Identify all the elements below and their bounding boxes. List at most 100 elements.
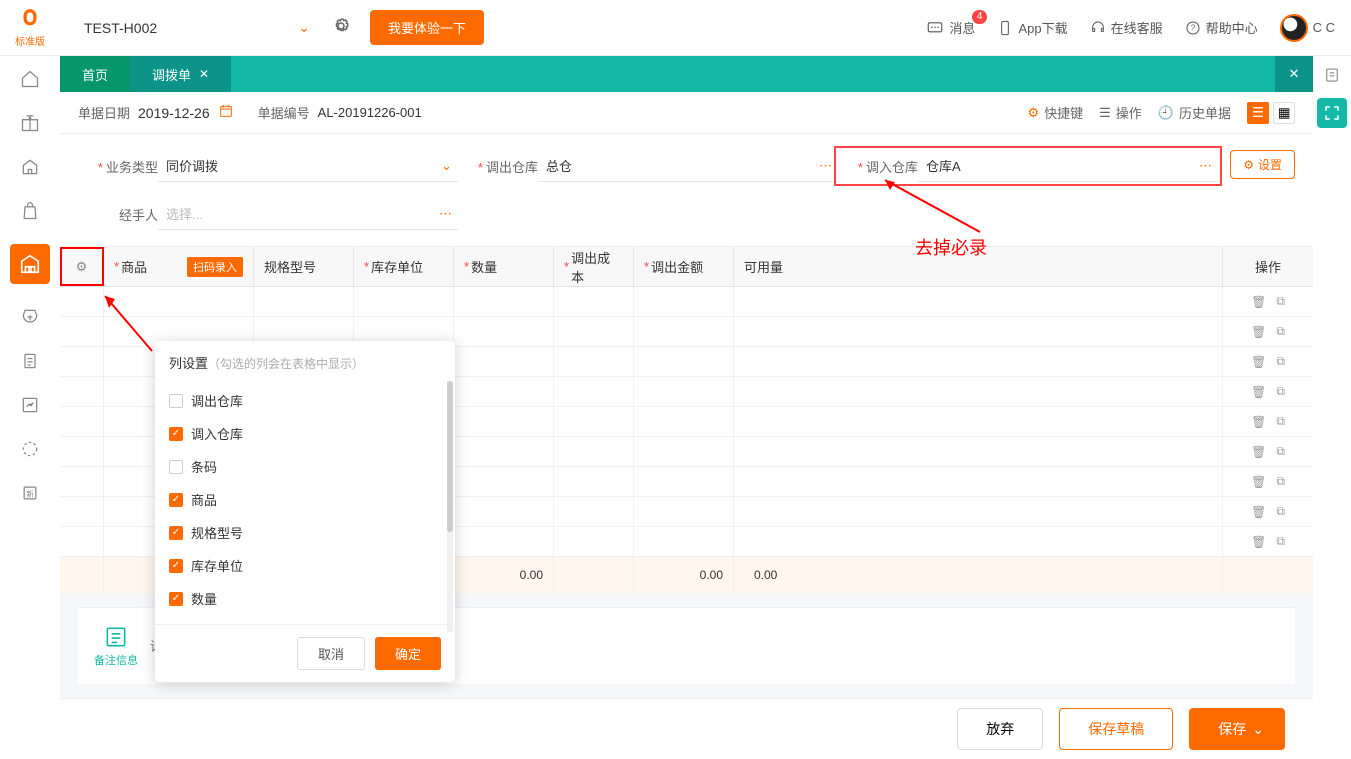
app-download-button[interactable]: App下载	[997, 18, 1067, 37]
table-header: ⚙ *商品扫码录入 规格型号 *库存单位 *数量 *调出成本 *调出金额 可用量…	[60, 247, 1313, 287]
table-row[interactable]: 🗑⧉	[60, 287, 1313, 317]
date-value[interactable]: 2019-12-26	[138, 105, 210, 121]
copy-icon[interactable]: ⧉	[1276, 354, 1285, 369]
settings-gear-icon[interactable]	[332, 17, 350, 38]
copy-icon[interactable]: ⧉	[1276, 294, 1285, 309]
form-row: 业务类型 同价调拨 ⌄ 调出仓库 总仓 ⋯ 调入仓库 仓库A ⋯ 经手人 选择.…	[60, 134, 1313, 247]
checkbox[interactable]: ✓	[169, 559, 183, 573]
view-toggles: ☰ ▦	[1247, 102, 1295, 124]
nav-clipboard-icon[interactable]	[19, 350, 41, 372]
nav-home-icon[interactable]	[19, 68, 41, 90]
column-option[interactable]: ✓ 库存单位	[169, 549, 441, 582]
confirm-button[interactable]: 确定	[375, 637, 441, 670]
tab-transfer[interactable]: 调拨单 ✕	[130, 56, 231, 92]
form-settings-button[interactable]: ⚙设置	[1230, 150, 1295, 179]
column-option-label: 条码	[191, 457, 217, 476]
column-option[interactable]: 调出仓库	[169, 384, 441, 417]
save-button[interactable]: 保存⌄	[1189, 708, 1285, 750]
history-button[interactable]: 🕘历史单据	[1158, 103, 1231, 122]
column-option[interactable]: ✓规格型号	[169, 516, 441, 549]
close-icon[interactable]: ✕	[199, 67, 209, 81]
biz-type-field[interactable]: 业务类型 同价调拨 ⌄	[78, 150, 458, 182]
checkbox[interactable]: ✓	[169, 493, 183, 507]
more-icon[interactable]: ⋯	[819, 158, 832, 174]
delete-icon[interactable]: 🗑	[1251, 445, 1266, 459]
copy-icon[interactable]: ⧉	[1276, 324, 1285, 339]
nav-gift-icon[interactable]	[19, 112, 41, 134]
tabs-close-all-icon[interactable]: ✕	[1275, 56, 1313, 92]
save-draft-button[interactable]: 保存草稿	[1059, 708, 1173, 750]
column-option-label: 商品	[191, 490, 217, 509]
column-option-label: 库存单位	[191, 556, 243, 575]
delete-icon[interactable]: 🗑	[1251, 475, 1266, 489]
logo-icon	[17, 7, 43, 33]
store-select[interactable]: TEST-H002 ⌄	[72, 10, 322, 46]
copy-icon[interactable]: ⧉	[1276, 504, 1285, 519]
nav-new-icon[interactable]: 新	[19, 482, 41, 504]
more-icon[interactable]: ⋯	[439, 206, 452, 222]
actions-button[interactable]: ☰操作	[1099, 103, 1142, 122]
nav-warehouse-icon[interactable]	[10, 244, 50, 284]
delete-icon[interactable]: 🗑	[1251, 505, 1266, 519]
column-option[interactable]: ✓ 商品	[169, 483, 441, 516]
delete-icon[interactable]: 🗑	[1251, 355, 1266, 369]
checkbox[interactable]	[169, 460, 183, 474]
header-right: 消息 4 App下载 在线客服 ? 帮助中心 C C	[926, 14, 1335, 42]
shortcut-button[interactable]: ⚙快捷键	[1027, 103, 1083, 122]
copy-icon[interactable]: ⧉	[1276, 474, 1285, 489]
copy-icon[interactable]: ⧉	[1276, 384, 1285, 399]
footer-available: 0.00	[734, 557, 1223, 593]
checkbox[interactable]	[169, 394, 183, 408]
out-warehouse-field[interactable]: 调出仓库 总仓 ⋯	[458, 150, 838, 182]
column-option[interactable]: ✓调入仓库	[169, 417, 441, 450]
scrollbar[interactable]	[447, 381, 453, 632]
nav-report-icon[interactable]	[19, 394, 41, 416]
online-service-button[interactable]: 在线客服	[1090, 18, 1163, 37]
view-list-icon[interactable]: ☰	[1247, 102, 1269, 124]
cancel-button[interactable]: 取消	[297, 637, 365, 670]
delete-icon[interactable]: 🗑	[1251, 385, 1266, 399]
view-grid-icon[interactable]: ▦	[1273, 102, 1295, 124]
help-center-button[interactable]: ? 帮助中心	[1185, 18, 1258, 37]
delete-icon[interactable]: 🗑	[1251, 325, 1266, 339]
copy-icon[interactable]: ⧉	[1276, 534, 1285, 549]
footer-actions: 放弃 保存草稿 保存⌄	[60, 698, 1313, 759]
checkbox[interactable]: ✓	[169, 427, 183, 441]
delete-icon[interactable]: 🗑	[1251, 295, 1266, 309]
column-option[interactable]: 单位2	[169, 615, 441, 624]
discard-button[interactable]: 放弃	[957, 708, 1043, 750]
calendar-icon[interactable]	[218, 103, 234, 122]
popover-list: 调出仓库✓调入仓库条码✓商品✓规格型号✓库存单位✓数量单位2	[155, 384, 455, 624]
copy-icon[interactable]: ⧉	[1276, 414, 1285, 429]
column-settings-button[interactable]: ⚙	[60, 247, 104, 286]
column-option[interactable]: ✓数量	[169, 582, 441, 615]
copy-icon[interactable]: ⧉	[1276, 444, 1285, 459]
user-menu[interactable]: C C	[1280, 14, 1335, 42]
th-spec: 规格型号	[254, 247, 354, 286]
delete-icon[interactable]: 🗑	[1251, 415, 1266, 429]
nav-money-icon[interactable]	[19, 306, 41, 328]
chevron-down-icon: ⌄	[298, 19, 310, 36]
in-warehouse-field[interactable]: 调入仓库 仓库A ⋯	[838, 150, 1218, 182]
checkbox[interactable]: ✓	[169, 592, 183, 606]
gear-icon: ⚙	[1027, 105, 1039, 121]
experience-button[interactable]: 我要体验一下	[370, 10, 484, 45]
gear-icon: ⚙	[76, 259, 88, 275]
messages-button[interactable]: 消息 4	[926, 18, 975, 37]
delete-icon[interactable]: 🗑	[1251, 535, 1266, 549]
column-option[interactable]: 条码	[169, 450, 441, 483]
nav-bag-icon[interactable]	[19, 200, 41, 222]
handler-field[interactable]: 经手人 选择... ⋯	[78, 198, 458, 230]
scan-entry-button[interactable]: 扫码录入	[187, 257, 243, 277]
popover-title: 列设置（勾选的列会在表格中显示）	[155, 341, 455, 384]
nav-house-icon[interactable]	[19, 156, 41, 178]
chevron-down-icon[interactable]: ⌄	[441, 158, 452, 174]
notes-rail-icon[interactable]	[1317, 60, 1347, 90]
svg-text:?: ?	[1190, 23, 1195, 32]
column-option-label: 调出仓库	[191, 391, 243, 410]
more-icon[interactable]: ⋯	[1199, 158, 1212, 174]
fullscreen-icon[interactable]	[1317, 98, 1347, 128]
nav-loading-icon[interactable]	[19, 438, 41, 460]
checkbox[interactable]: ✓	[169, 526, 183, 540]
tab-home[interactable]: 首页	[60, 56, 130, 92]
